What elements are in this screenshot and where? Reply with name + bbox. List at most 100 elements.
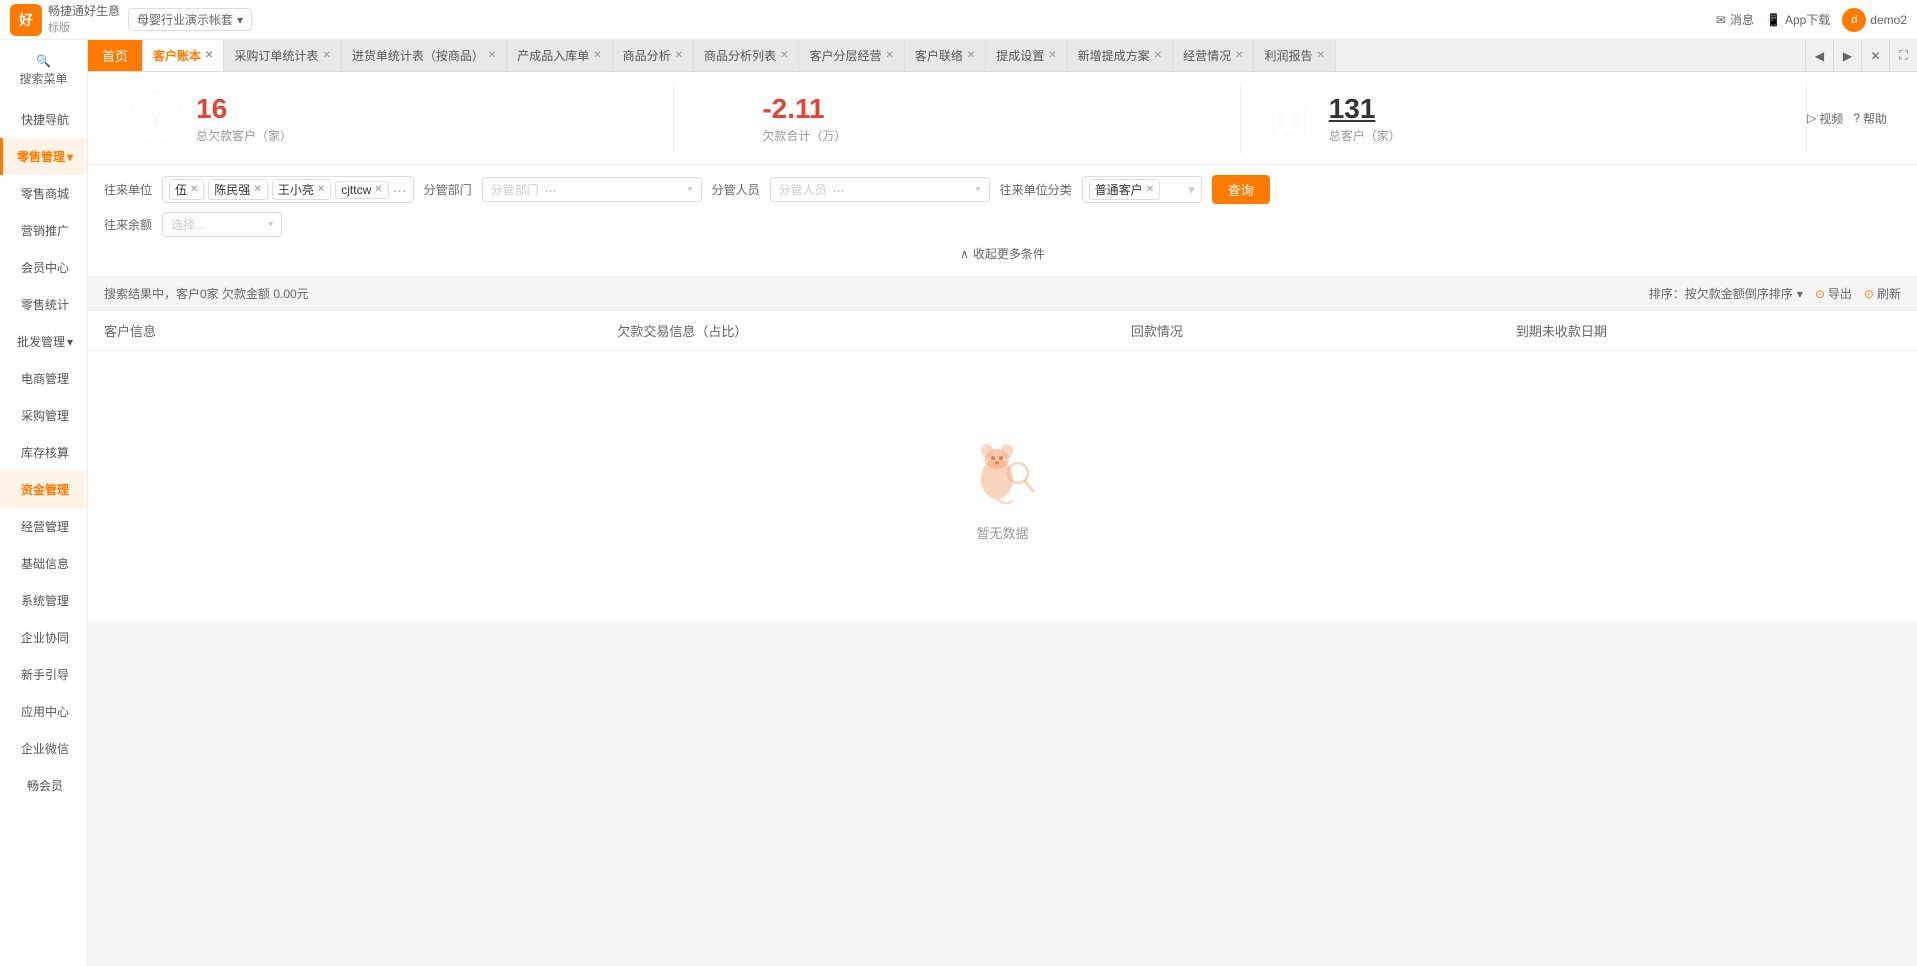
filter-balance-select[interactable]: 选择... ▾	[162, 212, 282, 237]
filter-tag-close-chen[interactable]: ✕	[253, 184, 261, 195]
tab-finished-goods[interactable]: 产成品入库单 ✕	[507, 40, 612, 71]
app-download-button[interactable]: 📱 App下载	[1766, 11, 1830, 28]
sidebar-item-retail-stats[interactable]: 零售统计	[0, 286, 87, 323]
sidebar-item-new-guide[interactable]: 新手引导	[0, 656, 87, 693]
logo-icon: 好	[10, 4, 42, 36]
table-header: 客户信息 欠款交易信息（占比） 回款情况 到期未收款日期	[88, 311, 1917, 351]
filter-person-more-icon[interactable]: ···	[833, 183, 845, 197]
tab-expand-button[interactable]: ⛶	[1889, 40, 1917, 72]
tab-home[interactable]: 首页	[88, 40, 143, 71]
collapse-area: ∧ 收起更多条件	[104, 241, 1901, 266]
page-content: ¥ 16 总欠款客户（家）	[88, 72, 1917, 966]
tab-customer-contact[interactable]: 客户联络 ✕	[905, 40, 986, 71]
tab-profit-report[interactable]: 利润报告 ✕	[1254, 40, 1335, 71]
tab-close-icon[interactable]: ✕	[780, 50, 788, 61]
empty-illustration	[963, 431, 1043, 511]
building-icon	[1261, 90, 1317, 146]
tab-customer-ledger[interactable]: 客户账本 ✕	[143, 40, 224, 71]
sidebar-item-retail[interactable]: 零售管理 ▾	[0, 138, 87, 175]
sidebar-item-inventory[interactable]: 库存核算	[0, 434, 87, 471]
col-customer-info: 客户信息	[104, 321, 617, 340]
search-menu-button[interactable]: 🔍 搜索菜单	[8, 48, 79, 93]
filter-unit-type-tags[interactable]: 普通客户 ✕ ▾	[1082, 176, 1202, 203]
sidebar-item-retail-mall[interactable]: 零售商城	[0, 175, 87, 212]
filter-unit-label: 往来单位	[104, 181, 152, 198]
top-header: 好 畅捷通好生意 标版 母婴行业演示帐套 ▾ ✉ 消息 📱 App下载 d de…	[0, 0, 1917, 40]
sidebar-item-marketing[interactable]: 营销推广	[0, 212, 87, 249]
tab-close-icon[interactable]: ✕	[1154, 50, 1162, 61]
tab-close-icon[interactable]: ✕	[1048, 50, 1056, 61]
tab-close-icon[interactable]: ✕	[675, 50, 683, 61]
sidebar-item-member[interactable]: 会员中心	[0, 249, 87, 286]
tab-customer-layering[interactable]: 客户分层经营 ✕	[799, 40, 904, 71]
tab-close-all-button[interactable]: ✕	[1861, 40, 1889, 72]
filter-tag-close-wu[interactable]: ✕	[190, 184, 198, 195]
filter-row-1: 往来单位 伍 ✕ 陈民强 ✕ 王小亮 ✕	[104, 175, 1901, 204]
sidebar-item-wholesale[interactable]: 批发管理 ▾	[0, 323, 87, 360]
tab-close-icon[interactable]: ✕	[967, 50, 975, 61]
logo-title: 畅捷通好生意	[48, 4, 120, 18]
filter-row-2: 往来余额 选择... ▾	[104, 212, 1901, 237]
avatar: d	[1842, 8, 1866, 32]
filter-dept-select[interactable]: 分管部门 ··· ▾	[482, 177, 702, 202]
sidebar-item-purchase[interactable]: 采购管理	[0, 397, 87, 434]
message-button[interactable]: ✉ 消息	[1716, 11, 1754, 28]
filter-tag-close-normal[interactable]: ✕	[1146, 184, 1154, 195]
tab-product-analysis-list[interactable]: 商品分析列表 ✕	[694, 40, 799, 71]
filter-tag-chenminqiang[interactable]: 陈民强 ✕	[208, 179, 267, 200]
filter-tag-wangxiaoliang[interactable]: 王小亮 ✕	[272, 179, 331, 200]
sidebar-item-member2[interactable]: 畅会员	[0, 767, 87, 804]
tab-close-icon[interactable]: ✕	[1317, 50, 1325, 61]
tab-nav-buttons: ◀ ▶ ✕ ⛶	[1805, 40, 1917, 72]
sort-selector[interactable]: 排序：按欠款金额倒序排序 ▾	[1649, 285, 1803, 302]
filter-tag-close-wang[interactable]: ✕	[317, 184, 325, 195]
help-button[interactable]: ? 帮助	[1853, 110, 1887, 127]
tab-purchase-order-stats[interactable]: 采购订单统计表 ✕	[224, 40, 341, 71]
tab-close-icon[interactable]: ✕	[205, 50, 213, 61]
tab-operations[interactable]: 经营情况 ✕	[1173, 40, 1254, 71]
tab-prev-button[interactable]: ◀	[1805, 40, 1833, 72]
filter-tag-close-cjttcw[interactable]: ✕	[374, 184, 382, 195]
tab-purchase-stats-by-product[interactable]: 进货单统计表（按商品） ✕	[342, 40, 507, 71]
filter-unit-tags[interactable]: 伍 ✕ 陈民强 ✕ 王小亮 ✕ cjttcw ✕	[162, 176, 414, 203]
sidebar-search-area: 🔍 搜索菜单	[0, 40, 87, 101]
filter-person-select[interactable]: 分管人员 ··· ▾	[770, 177, 990, 202]
sidebar-item-system[interactable]: 系统管理	[0, 582, 87, 619]
filter-tag-normal-customer[interactable]: 普通客户 ✕	[1089, 179, 1160, 200]
tab-close-icon[interactable]: ✕	[1235, 50, 1243, 61]
demo-selector[interactable]: 母婴行业演示帐套 ▾	[128, 8, 252, 31]
help-icon: ?	[1853, 111, 1860, 125]
sidebar-item-finance[interactable]: 资金管理	[0, 471, 87, 508]
filter-dept-label: 分管部门	[424, 181, 472, 198]
sidebar-item-basic-info[interactable]: 基础信息	[0, 545, 87, 582]
tab-next-button[interactable]: ▶	[1833, 40, 1861, 72]
chevron-down-icon: ▾	[688, 184, 693, 195]
tab-close-icon[interactable]: ✕	[885, 50, 893, 61]
filter-dept-more-icon[interactable]: ···	[545, 183, 557, 197]
result-actions: 排序：按欠款金额倒序排序 ▾ ⊙ 导出 ⊙ 刷新	[1649, 285, 1901, 302]
chevron-down-icon: ▾	[1188, 182, 1195, 198]
tab-product-analysis[interactable]: 商品分析 ✕	[613, 40, 694, 71]
user-menu[interactable]: d demo2	[1842, 8, 1907, 32]
refresh-button[interactable]: ⊙ 刷新	[1864, 285, 1901, 302]
tab-close-icon[interactable]: ✕	[322, 50, 330, 61]
sidebar-item-quick-nav[interactable]: 快捷导航	[0, 101, 87, 138]
tab-commission-settings[interactable]: 提成设置 ✕	[986, 40, 1067, 71]
collapse-button[interactable]: ∧ 收起更多条件	[960, 241, 1045, 266]
sidebar-item-enterprise-collab[interactable]: 企业协同	[0, 619, 87, 656]
chevron-down-icon: ▾	[268, 219, 273, 230]
filter-more-icon[interactable]: ···	[393, 182, 407, 198]
tab-close-icon[interactable]: ✕	[593, 50, 601, 61]
export-button[interactable]: ⊙ 导出	[1815, 285, 1852, 302]
tab-close-icon[interactable]: ✕	[488, 50, 496, 61]
sidebar-item-app-center[interactable]: 应用中心	[0, 693, 87, 730]
tab-add-commission-plan[interactable]: 新增提成方案 ✕	[1068, 40, 1173, 71]
sidebar-item-enterprise-wechat[interactable]: 企业微信	[0, 730, 87, 767]
filter-tag-wu[interactable]: 伍 ✕	[169, 179, 204, 200]
stat-total-customers: 131 总客户（家）	[1241, 82, 1807, 154]
filter-tag-cjttcw[interactable]: cjttcw ✕	[335, 181, 388, 199]
sidebar-item-operations[interactable]: 经营管理	[0, 508, 87, 545]
query-button[interactable]: 查询	[1212, 175, 1270, 204]
video-help-button[interactable]: ▷ 视频	[1807, 110, 1843, 127]
sidebar-item-ecommerce[interactable]: 电商管理	[0, 360, 87, 397]
